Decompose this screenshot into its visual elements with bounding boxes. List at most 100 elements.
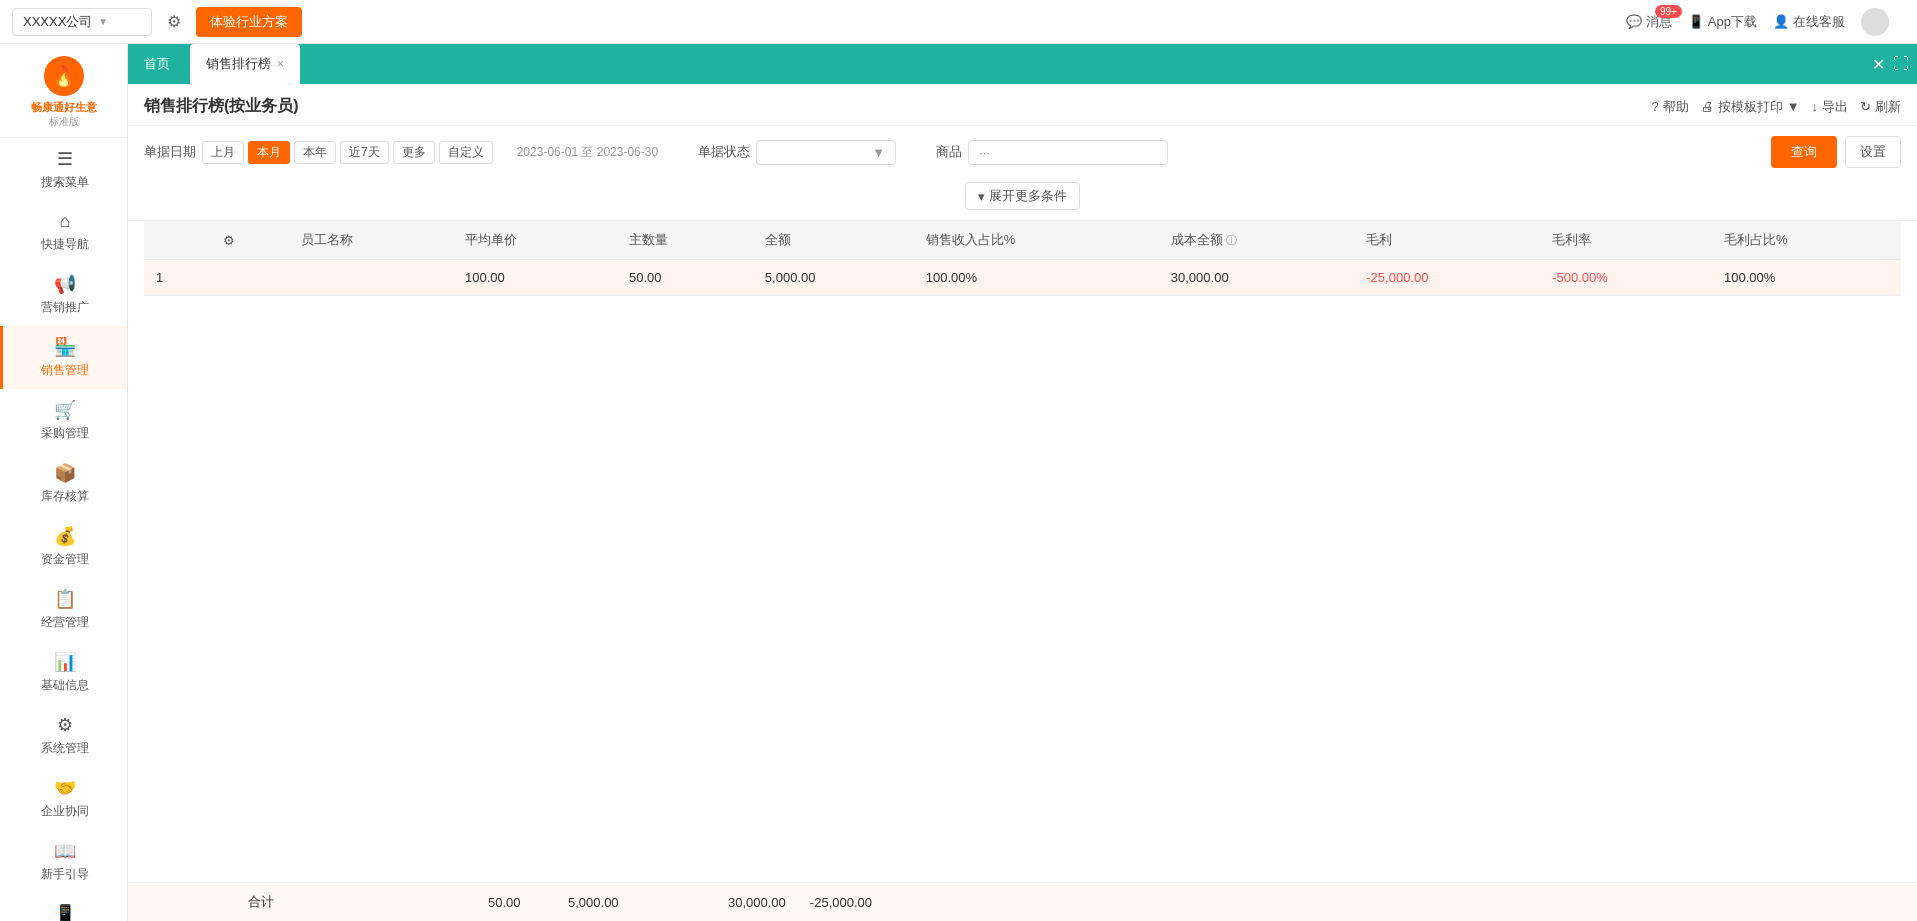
query-button[interactable]: 查询 [1771, 136, 1837, 168]
logo-text: 畅康通好生意 [31, 100, 97, 115]
print-button[interactable]: 🖨 按模板打印 ▼ [1701, 98, 1800, 116]
cell-gross-pct: 100.00% [1712, 260, 1901, 296]
sidebar-item-system[interactable]: ⚙ 系统管理 [0, 704, 127, 767]
expand-conditions-button[interactable]: ▾ 展开更多条件 [965, 182, 1080, 210]
app-download-button[interactable]: 📱 App下载 [1688, 13, 1757, 31]
col-name: 员工名称 [289, 221, 453, 260]
tab-bar: 首页 销售排行榜 × ✕ ⛶ [128, 44, 1917, 84]
tab-close-window-icon[interactable]: ✕ [1872, 55, 1885, 74]
sidebar-item-label: 资金管理 [41, 551, 89, 568]
sidebar-item-inventory[interactable]: 📦 库存核算 [0, 452, 127, 515]
status-filter-group: 单据状态 ▼ [698, 140, 896, 165]
filter-second-row: ▾ 展开更多条件 [144, 174, 1901, 210]
date-range-display: 2023-06-01 至 2023-06-30 [517, 144, 658, 161]
status-select[interactable]: ▼ [756, 140, 896, 165]
sidebar-item-label: 营销推广 [41, 299, 89, 316]
col-gross-rate: 毛利率 [1540, 221, 1712, 260]
col-rank [144, 221, 211, 260]
col-quantity: 主数量 [617, 221, 753, 260]
app-icon: 📱 [1688, 14, 1704, 29]
footer-gross: -25,000.00 [798, 895, 884, 910]
sidebar-item-sales[interactable]: 🏪 销售管理 [0, 326, 127, 389]
date-btn-more[interactable]: 更多 [393, 141, 435, 164]
settings-icon[interactable]: ⚙ [160, 8, 188, 36]
status-chevron-icon: ▼ [872, 145, 885, 160]
export-button[interactable]: ↓ 导出 [1812, 98, 1849, 116]
sidebar-logo: 🔥 畅康通好生意 标准版 [0, 44, 127, 138]
filter-settings-button[interactable]: 设置 [1845, 136, 1901, 168]
message-icon: 💬 [1626, 14, 1642, 29]
sidebar-item-shortcuts[interactable]: ⌂ 快捷导航 [0, 201, 127, 263]
help-button[interactable]: ? 帮助 [1651, 98, 1688, 116]
online-service-button[interactable]: 👤 在线客服 [1773, 13, 1845, 31]
date-shortcuts: 上月 本月 本年 近7天 更多 自定义 [202, 141, 493, 164]
search-icon: ☰ [57, 148, 73, 170]
tab-maximize-icon[interactable]: ⛶ [1893, 55, 1909, 73]
refresh-button[interactable]: ↻ 刷新 [1860, 98, 1901, 116]
sidebar-item-label: 快捷导航 [41, 236, 89, 253]
col-gear[interactable]: ⚙ [211, 221, 289, 260]
footer-total: 5,000.00 [556, 895, 636, 910]
sidebar-item-apps[interactable]: 📱 应用中心 [0, 893, 127, 921]
footer-quantity: 50.00 [476, 895, 556, 910]
date-filter-label: 单据日期 [144, 143, 196, 161]
tab-bar-right: ✕ ⛶ [1872, 55, 1917, 74]
sidebar-item-marketing[interactable]: 📢 营销推广 [0, 263, 127, 326]
export-icon: ↓ [1812, 99, 1819, 114]
cell-gear [211, 260, 289, 296]
print-icon: 🖨 [1701, 99, 1714, 114]
goods-input[interactable]: ··· [968, 140, 1168, 165]
col-gross: 毛利 [1354, 221, 1540, 260]
service-icon: 👤 [1773, 14, 1789, 29]
main-layout: 🔥 畅康通好生意 标准版 ☰ 搜索菜单 ⌂ 快捷导航 📢 营销推广 🏪 销售管理… [0, 44, 1917, 921]
col-total: 全额 [753, 221, 914, 260]
message-badge: 99+ [1655, 5, 1682, 18]
sidebar-item-search[interactable]: ☰ 搜索菜单 [0, 138, 127, 201]
chevron-down-icon: ▼ [98, 16, 108, 27]
sidebar-item-label: 销售管理 [41, 362, 89, 379]
avatar[interactable] [1861, 8, 1889, 36]
sidebar-item-purchase[interactable]: 🛒 采购管理 [0, 389, 127, 452]
message-button[interactable]: 💬 消息 99+ [1626, 13, 1672, 31]
date-btn-this-year[interactable]: 本年 [294, 141, 336, 164]
sidebar-item-label: 企业协同 [41, 803, 89, 820]
col-avg-price: 平均单价 [453, 221, 617, 260]
cell-cost: 30,000.00 [1159, 260, 1355, 296]
cell-quantity: 50.00 [617, 260, 753, 296]
tab-close-icon[interactable]: × [277, 57, 284, 71]
marketing-icon: 📢 [54, 273, 76, 295]
help-icon: ? [1651, 99, 1658, 114]
inventory-icon: 📦 [54, 462, 76, 484]
date-btn-this-month[interactable]: 本月 [248, 141, 290, 164]
date-btn-last-month[interactable]: 上月 [202, 141, 244, 164]
footer-total-label: 合计 [236, 893, 316, 911]
sidebar-item-finance[interactable]: 💰 资金管理 [0, 515, 127, 578]
sidebar-item-basic[interactable]: 📊 基础信息 [0, 641, 127, 704]
sidebar-item-label: 新手引导 [41, 866, 89, 883]
table-container: ⚙ 员工名称 平均单价 主数量 全额 销售收入占比% 成本全额 ⓘ 毛利 毛利率… [128, 221, 1917, 882]
expand-icon: ▾ [978, 189, 985, 204]
col-sales-pct: 销售收入占比% [914, 221, 1159, 260]
date-btn-custom[interactable]: 自定义 [439, 141, 493, 164]
data-table: ⚙ 员工名称 平均单价 主数量 全额 销售收入占比% 成本全额 ⓘ 毛利 毛利率… [144, 221, 1901, 296]
tab-sales-ranking[interactable]: 销售排行榜 × [190, 44, 300, 84]
col-gross-pct: 毛利占比% [1712, 221, 1901, 260]
date-btn-7days[interactable]: 近7天 [340, 141, 389, 164]
cell-name [289, 260, 453, 296]
top-bar: XXXXX公司 ▼ ⚙ 体验行业方案 💬 消息 99+ 📱 App下载 👤 在线… [0, 0, 1917, 44]
table-footer: 合计 50.00 5,000.00 30,000.00 -25,000.00 [128, 882, 1917, 921]
col-cost: 成本全额 ⓘ [1159, 221, 1355, 260]
filter-row: 单据日期 上月 本月 本年 近7天 更多 自定义 2023-06-01 至 20… [144, 136, 1901, 168]
company-selector[interactable]: XXXXX公司 ▼ [12, 8, 152, 36]
logo-sub: 标准版 [49, 115, 79, 129]
sidebar-item-operations[interactable]: 📋 经营管理 [0, 578, 127, 641]
tab-label: 销售排行榜 [206, 55, 271, 73]
apps-icon: 📱 [54, 903, 76, 921]
sidebar-item-guide[interactable]: 📖 新手引导 [0, 830, 127, 893]
page-header: 销售排行榜(按业务员) ? 帮助 🖨 按模板打印 ▼ ↓ 导出 ↻ 刷新 [128, 84, 1917, 126]
sidebar-item-collab[interactable]: 🤝 企业协同 [0, 767, 127, 830]
tab-home[interactable]: 首页 [128, 44, 186, 84]
trial-button[interactable]: 体验行业方案 [196, 7, 302, 37]
cell-sales-pct: 100.00% [914, 260, 1159, 296]
sidebar-item-label: 基础信息 [41, 677, 89, 694]
